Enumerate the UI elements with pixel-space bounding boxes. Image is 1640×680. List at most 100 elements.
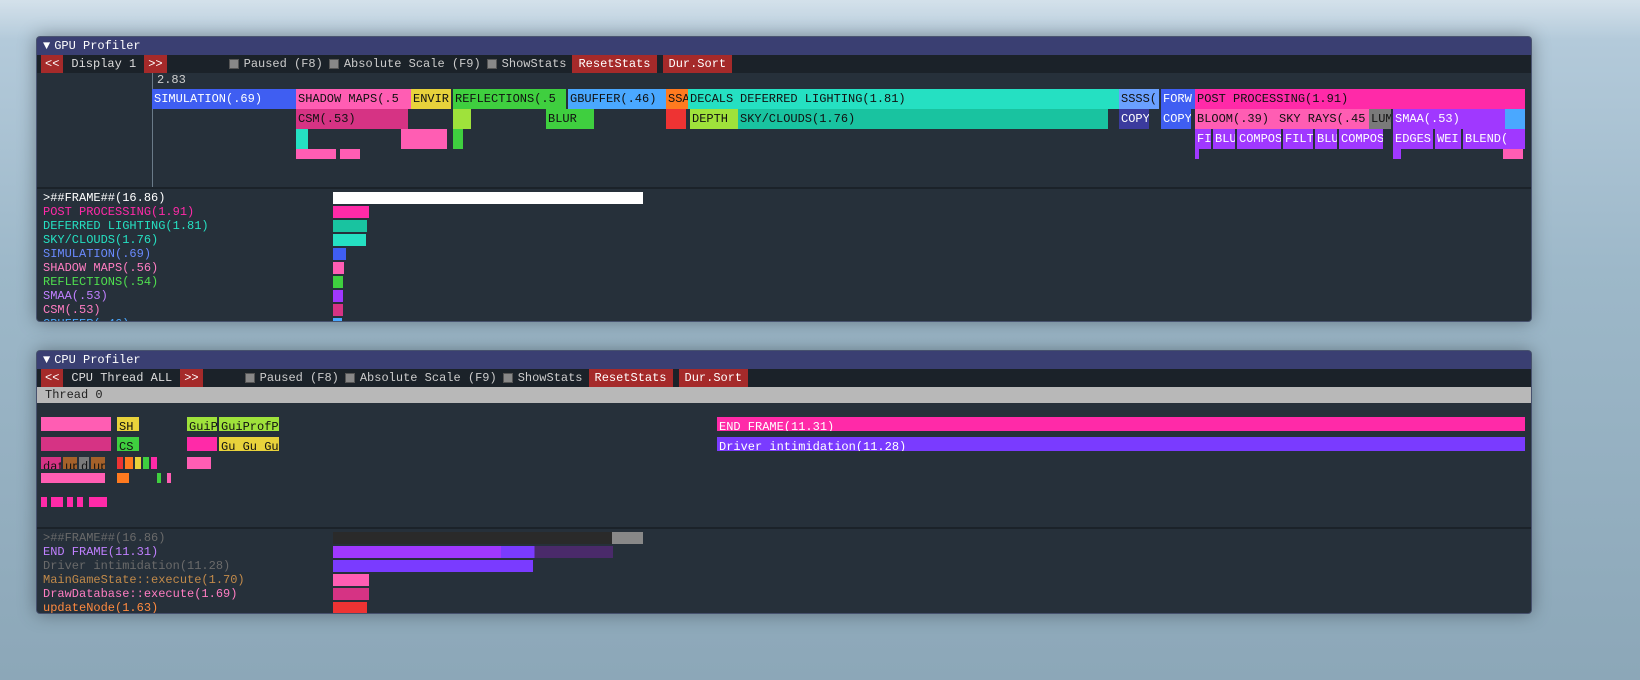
flame-bar[interactable]: Gu Gu Gui: [219, 437, 279, 451]
flame-bar[interactable]: SMAA(.53): [1393, 109, 1505, 129]
flame-bar[interactable]: [51, 497, 63, 507]
cpu-profiler-panel: ▼ CPU Profiler << CPU Thread ALL >> Paus…: [36, 350, 1532, 614]
flame-bar[interactable]: SIMULATION(.69): [152, 89, 296, 109]
flame-bar[interactable]: FI: [1195, 129, 1211, 149]
flame-bar[interactable]: GuiP: [187, 417, 217, 431]
flame-bar[interactable]: [453, 109, 471, 129]
flame-bar[interactable]: [1393, 149, 1401, 159]
flame-bar[interactable]: [187, 457, 211, 469]
flame-bar[interactable]: [157, 473, 161, 483]
gpu-flame-area[interactable]: 2.83 SIMULATION(.69) SHADOW MAPS(.5 ENVI…: [37, 73, 1531, 189]
cpu-absscale-checkbox[interactable]: Absolute Scale (F9): [345, 369, 497, 387]
flame-bar[interactable]: DEFERRED LIGHTING(1.81): [738, 89, 1119, 109]
flame-bar[interactable]: SSSS(: [1119, 89, 1159, 109]
flame-bar[interactable]: [41, 417, 111, 431]
flame-bar[interactable]: [117, 457, 123, 469]
flame-bar[interactable]: [1503, 149, 1523, 159]
flame-bar[interactable]: [77, 497, 83, 507]
flame-bar[interactable]: [143, 457, 149, 469]
flame-bar[interactable]: REFLECTIONS(.5: [453, 89, 566, 109]
flame-bar[interactable]: BLUR: [546, 109, 594, 129]
gpu-prev-button[interactable]: <<: [41, 55, 63, 73]
cpu-prev-button[interactable]: <<: [41, 369, 63, 387]
flame-bar[interactable]: up: [63, 457, 77, 469]
flame-bar[interactable]: up: [91, 457, 105, 469]
cpu-paused-checkbox[interactable]: Paused (F8): [245, 369, 339, 387]
collapse-icon[interactable]: ▼: [43, 351, 50, 369]
flame-bar[interactable]: [151, 457, 157, 469]
cpu-next-button[interactable]: >>: [180, 369, 202, 387]
flame-bar[interactable]: WEI: [1435, 129, 1461, 149]
stats-bar: [333, 234, 366, 246]
gpu-resetstats-button[interactable]: ResetStats: [572, 55, 656, 73]
flame-bar[interactable]: SKY RAYS(.45: [1277, 109, 1369, 129]
flame-bar[interactable]: [453, 129, 463, 149]
flame-bar[interactable]: FORW: [1161, 89, 1195, 109]
flame-bar[interactable]: CSM(.53): [296, 109, 408, 129]
flame-bar[interactable]: [67, 497, 73, 507]
flame-bar[interactable]: GuiProfP: [219, 417, 279, 431]
cpu-resetstats-button[interactable]: ResetStats: [589, 369, 673, 387]
stats-row: SKY/CLOUDS(1.76): [43, 233, 1525, 247]
flame-bar[interactable]: CS: [117, 437, 139, 451]
flame-bar[interactable]: LUM: [1369, 109, 1391, 129]
flame-bar[interactable]: BLU: [1213, 129, 1235, 149]
cpu-flame-area[interactable]: SH GuiP GuiProfP END FRAME(11.31) CS Gu …: [37, 403, 1531, 529]
flame-bar[interactable]: [89, 497, 107, 507]
gpu-showstats-checkbox[interactable]: ShowStats: [487, 55, 567, 73]
flame-bar[interactable]: [401, 129, 447, 149]
stats-bar: [333, 206, 369, 218]
flame-bar[interactable]: [41, 497, 47, 507]
cpu-titlebar[interactable]: ▼ CPU Profiler: [37, 351, 1531, 369]
stats-bar: [333, 220, 367, 232]
flame-bar[interactable]: SHADOW MAPS(.5: [296, 89, 411, 109]
flame-bar[interactable]: [125, 457, 133, 469]
gpu-dursort-button[interactable]: Dur.Sort: [663, 55, 733, 73]
flame-bar[interactable]: [41, 473, 105, 483]
flame-bar[interactable]: FILT: [1283, 129, 1313, 149]
flame-bar[interactable]: GBUFFER(.46): [568, 89, 666, 109]
stats-row: REFLECTIONS(.54): [43, 275, 1525, 289]
flame-bar[interactable]: [296, 149, 336, 159]
flame-bar[interactable]: dat: [41, 457, 61, 469]
cpu-showstats-checkbox[interactable]: ShowStats: [503, 369, 583, 387]
flame-bar[interactable]: END FRAME(11.31): [717, 417, 1525, 431]
gpu-absscale-checkbox[interactable]: Absolute Scale (F9): [329, 55, 481, 73]
flame-bar[interactable]: [1505, 109, 1525, 129]
cpu-stats-list[interactable]: >##FRAME##(16.86) END FRAME(11.31) Drive…: [37, 529, 1531, 614]
flame-bar[interactable]: [187, 437, 217, 451]
flame-bar[interactable]: EDGES: [1393, 129, 1433, 149]
flame-bar[interactable]: SH: [117, 417, 139, 431]
gpu-next-button[interactable]: >>: [144, 55, 166, 73]
cpu-dursort-button[interactable]: Dur.Sort: [679, 369, 749, 387]
cpu-thread-label: Thread 0: [37, 387, 1531, 403]
flame-bar[interactable]: [666, 109, 686, 129]
gpu-stats-list[interactable]: >##FRAME##(16.86) POST PROCESSING(1.91) …: [37, 189, 1531, 322]
flame-bar[interactable]: Driver intimidation(11.28): [717, 437, 1525, 451]
flame-bar[interactable]: COMPOS: [1339, 129, 1383, 149]
flame-bar[interactable]: [1195, 149, 1199, 159]
flame-bar[interactable]: [340, 149, 360, 159]
flame-bar[interactable]: SSA: [666, 89, 688, 109]
flame-bar[interactable]: [135, 457, 141, 469]
flame-bar[interactable]: [117, 473, 129, 483]
checkbox-icon: [503, 373, 513, 383]
gpu-titlebar[interactable]: ▼ GPU Profiler: [37, 37, 1531, 55]
collapse-icon[interactable]: ▼: [43, 37, 50, 55]
flame-bar[interactable]: DEPTH: [690, 109, 738, 129]
flame-bar[interactable]: [296, 129, 308, 149]
flame-bar[interactable]: DECALS: [688, 89, 738, 109]
flame-bar[interactable]: BLU: [1315, 129, 1337, 149]
flame-bar[interactable]: [167, 473, 171, 483]
flame-bar[interactable]: BLEND(: [1463, 129, 1525, 149]
flame-bar[interactable]: COMPOS: [1237, 129, 1281, 149]
flame-bar[interactable]: ENVIR: [411, 89, 451, 109]
flame-bar[interactable]: COPY: [1119, 109, 1149, 129]
flame-bar[interactable]: SKY/CLOUDS(1.76): [738, 109, 1108, 129]
gpu-paused-checkbox[interactable]: Paused (F8): [229, 55, 323, 73]
flame-bar[interactable]: COPY: [1161, 109, 1191, 129]
flame-bar[interactable]: d: [79, 457, 89, 469]
flame-bar[interactable]: [41, 437, 111, 451]
flame-bar[interactable]: POST PROCESSING(1.91): [1195, 89, 1525, 109]
flame-bar[interactable]: BLOOM(.39): [1195, 109, 1277, 129]
